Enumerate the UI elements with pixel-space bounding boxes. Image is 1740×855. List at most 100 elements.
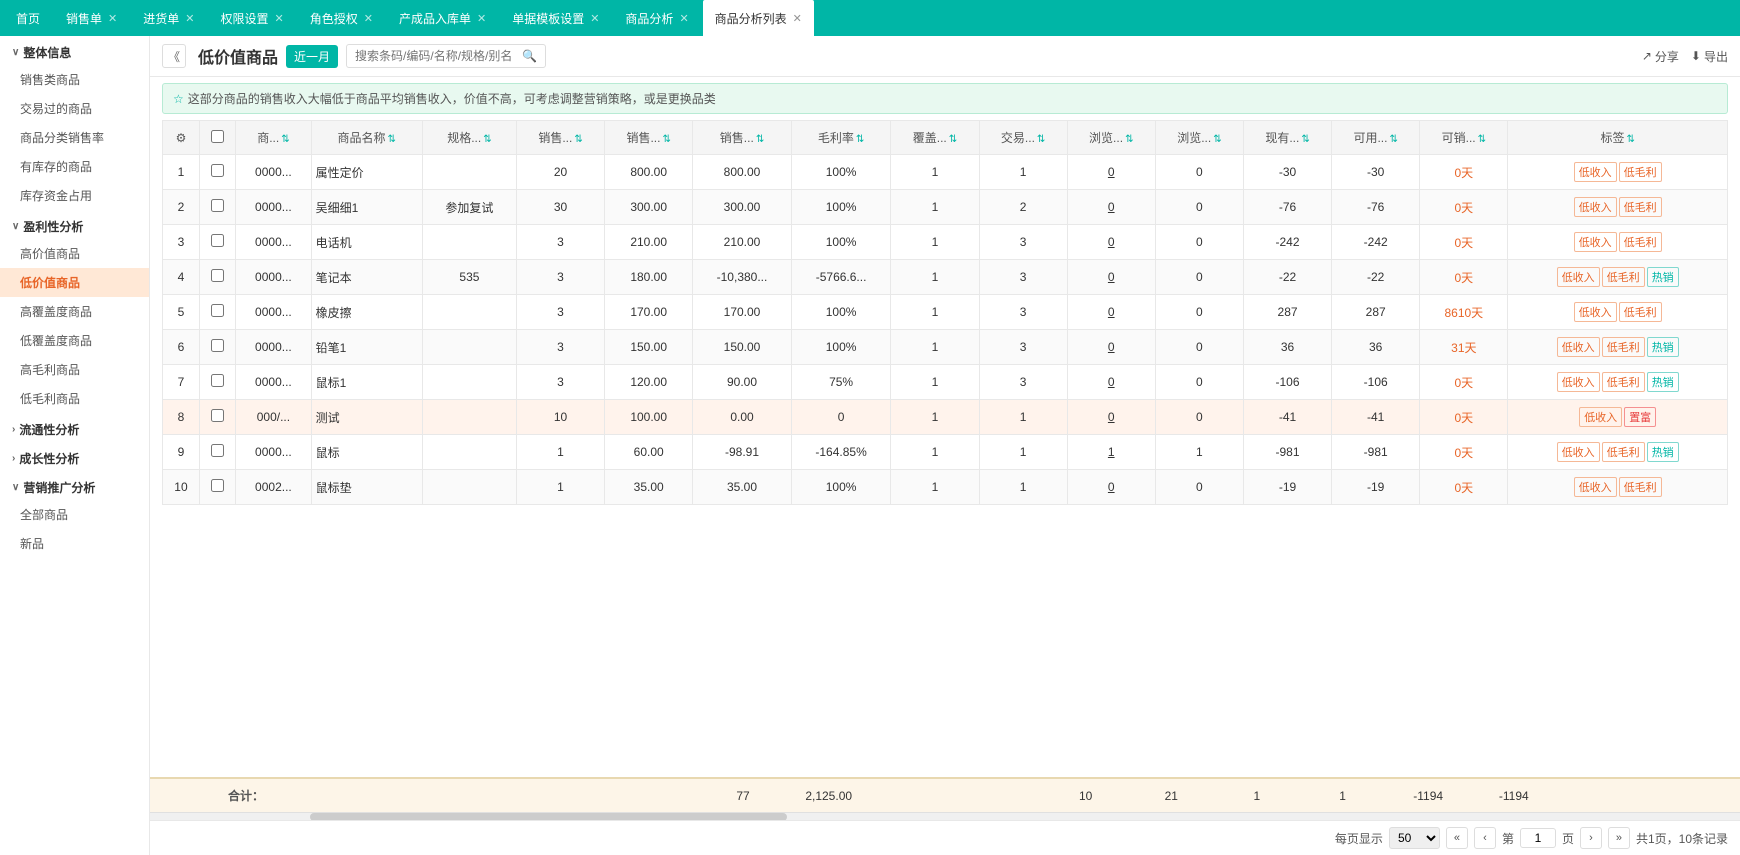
browse1-link[interactable]: 0 [1108,375,1115,389]
sidebar-group-flow[interactable]: › 流通性分析 [0,413,149,442]
per-page-select[interactable]: 50 100 200 [1389,827,1440,849]
col-sale-price[interactable]: 销售...⇅ [605,121,693,155]
sidebar-item-category-rate[interactable]: 商品分类销售率 [0,123,149,152]
col-tags[interactable]: 标签⇅ [1508,121,1728,155]
row-checkbox[interactable] [211,269,224,282]
row-checkbox-cell[interactable] [199,400,235,435]
col-current-stock[interactable]: 现有...⇅ [1243,121,1331,155]
row-tags: 低收入置富 [1508,400,1728,435]
sidebar-item-high-coverage[interactable]: 高覆盖度商品 [0,297,149,326]
sidebar-item-stocked[interactable]: 有库存的商品 [0,152,149,181]
col-sellable[interactable]: 可销...⇅ [1420,121,1508,155]
search-input[interactable] [355,49,518,63]
nav-sales-order[interactable]: 销售单 ✕ [54,0,129,36]
row-checkbox[interactable] [211,479,224,492]
row-checkbox[interactable] [211,444,224,457]
close-icon[interactable]: ✕ [793,12,802,25]
collapse-sidebar-button[interactable]: 《 [162,44,186,68]
col-gear[interactable]: ⚙ [163,121,200,155]
col-code[interactable]: 商...⇅ [236,121,311,155]
close-icon[interactable]: ✕ [679,12,688,25]
prev-page-button[interactable]: ‹ [1474,827,1496,849]
close-icon[interactable]: ✕ [275,12,284,25]
row-checkbox-cell[interactable] [199,225,235,260]
browse1-link[interactable]: 0 [1108,305,1115,319]
share-button[interactable]: ↗ 分享 [1642,48,1679,65]
nav-product-analysis[interactable]: 商品分析 ✕ [613,0,700,36]
nav-product-inbound[interactable]: 产成品入库单 ✕ [387,0,498,36]
browse1-link[interactable]: 0 [1108,200,1115,214]
nav-product-analysis-list[interactable]: 商品分析列表 ✕ [703,0,814,36]
sidebar-item-low-coverage[interactable]: 低覆盖度商品 [0,326,149,355]
col-name[interactable]: 商品名称⇅ [311,121,422,155]
search-icon[interactable]: 🔍 [522,49,537,63]
nav-permissions[interactable]: 权限设置 ✕ [208,0,295,36]
row-checkbox[interactable] [211,199,224,212]
row-checkbox-cell[interactable] [199,190,235,225]
nav-role-auth[interactable]: 角色授权 ✕ [298,0,385,36]
close-icon[interactable]: ✕ [477,12,486,25]
sidebar-group-marketing[interactable]: ∨ 营销推广分析 [0,471,149,500]
sidebar-item-sales-products[interactable]: 销售类商品 [0,65,149,94]
row-checkbox[interactable] [211,374,224,387]
browse1-link[interactable]: 0 [1108,340,1115,354]
sidebar-item-all-products[interactable]: 全部商品 [0,500,149,529]
close-icon[interactable]: ✕ [185,12,194,25]
nav-template-settings[interactable]: 单据模板设置 ✕ [500,0,611,36]
nav-home[interactable]: 首页 [4,0,52,36]
row-checkbox-cell[interactable] [199,330,235,365]
col-coverage[interactable]: 覆盖...⇅ [891,121,979,155]
sidebar-item-low-value[interactable]: 低价值商品 [0,268,149,297]
row-checkbox[interactable] [211,409,224,422]
browse1-link[interactable]: 0 [1108,480,1115,494]
col-profit-rate[interactable]: 毛利率⇅ [791,121,891,155]
data-table-container[interactable]: ⚙ 商...⇅ 商品名称⇅ 规格...⇅ 销售...⇅ 销售...⇅ 销售...… [162,120,1728,777]
row-spec [422,330,516,365]
row-checkbox[interactable] [211,304,224,317]
browse1-link[interactable]: 1 [1108,445,1115,459]
row-checkbox-cell[interactable] [199,470,235,505]
browse1-link[interactable]: 0 [1108,270,1115,284]
row-checkbox-cell[interactable] [199,155,235,190]
col-checkbox[interactable] [199,121,235,155]
next-page-button[interactable]: › [1580,827,1602,849]
sidebar-group-profit[interactable]: ∨ 盈利性分析 [0,210,149,239]
sidebar-item-high-margin[interactable]: 高毛利商品 [0,355,149,384]
close-icon[interactable]: ✕ [590,12,599,25]
tag: 热销 [1647,267,1679,287]
col-spec[interactable]: 规格...⇅ [422,121,516,155]
select-all-checkbox[interactable] [211,130,224,143]
col-available[interactable]: 可用...⇅ [1332,121,1420,155]
row-checkbox-cell[interactable] [199,260,235,295]
row-checkbox[interactable] [211,234,224,247]
export-button[interactable]: ⬇ 导出 [1691,48,1728,65]
row-checkbox[interactable] [211,164,224,177]
sidebar-item-new-products[interactable]: 新品 [0,529,149,558]
col-sale-amount[interactable]: 销售...⇅ [693,121,792,155]
row-checkbox[interactable] [211,339,224,352]
col-sale-qty[interactable]: 销售...⇅ [516,121,604,155]
browse1-link[interactable]: 0 [1108,235,1115,249]
row-checkbox-cell[interactable] [199,295,235,330]
horizontal-scrollbar[interactable] [150,812,1740,820]
sidebar-item-traded[interactable]: 交易过的商品 [0,94,149,123]
browse1-link[interactable]: 0 [1108,165,1115,179]
first-page-button[interactable]: « [1446,827,1468,849]
close-icon[interactable]: ✕ [364,12,373,25]
page-number-input[interactable] [1520,828,1556,848]
sidebar-item-low-margin[interactable]: 低毛利商品 [0,384,149,413]
row-checkbox-cell[interactable] [199,435,235,470]
last-page-button[interactable]: » [1608,827,1630,849]
sidebar-group-overall[interactable]: ∨ 整体信息 [0,36,149,65]
col-browse1[interactable]: 浏览...⇅ [1067,121,1155,155]
nav-purchase-order[interactable]: 进货单 ✕ [131,0,206,36]
close-icon[interactable]: ✕ [108,12,117,25]
time-filter-button[interactable]: 近一月 [286,45,338,68]
sidebar-group-growth[interactable]: › 成长性分析 [0,442,149,471]
sidebar-item-stock-capital[interactable]: 库存资金占用 [0,181,149,210]
browse1-link[interactable]: 0 [1108,410,1115,424]
row-checkbox-cell[interactable] [199,365,235,400]
col-transaction[interactable]: 交易...⇅ [979,121,1067,155]
col-browse2[interactable]: 浏览...⇅ [1155,121,1243,155]
sidebar-item-high-value[interactable]: 高价值商品 [0,239,149,268]
